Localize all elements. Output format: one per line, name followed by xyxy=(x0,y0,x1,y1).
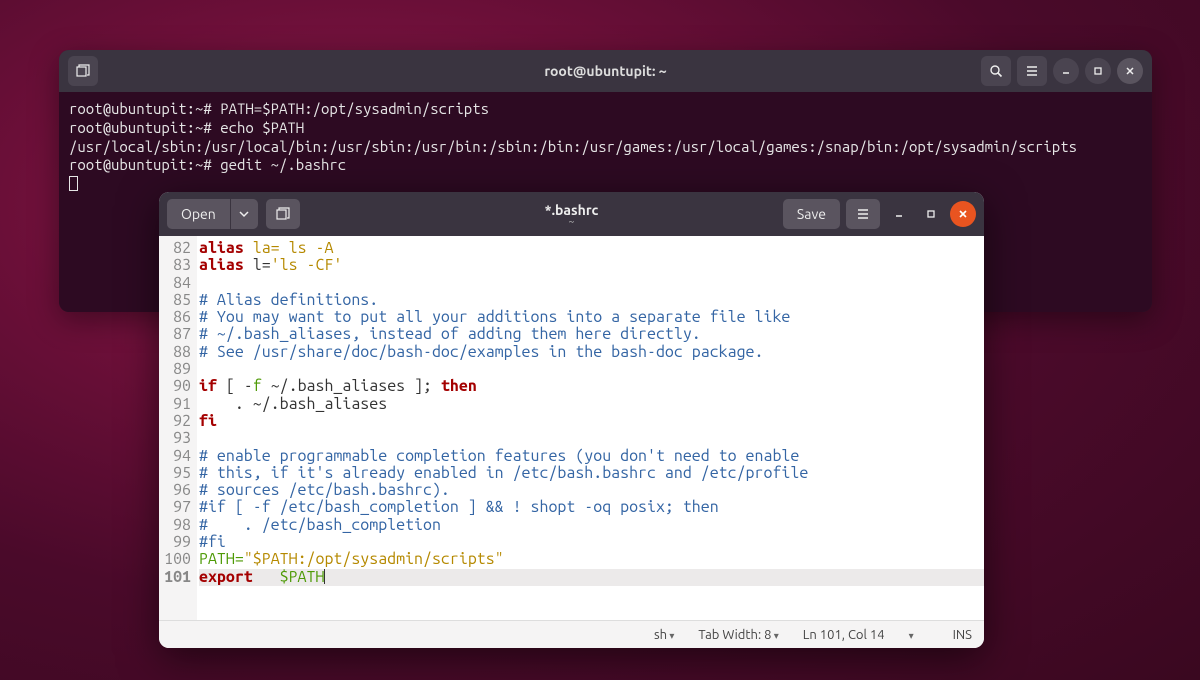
search-icon xyxy=(989,64,1003,78)
language-selector[interactable]: sh xyxy=(654,628,674,642)
chevron-down-icon xyxy=(239,209,249,219)
line-number-gutter: 8283848586878889909192939495969798991001… xyxy=(159,236,197,620)
maximize-icon xyxy=(926,209,936,219)
terminal-cursor xyxy=(69,176,78,191)
gedit-minimize-button[interactable] xyxy=(886,201,912,227)
insert-mode[interactable]: INS xyxy=(953,628,972,642)
cursor-position: Ln 101, Col 14 xyxy=(803,628,885,642)
tab-width-selector[interactable]: Tab Width: 8 xyxy=(698,628,778,642)
minimize-icon xyxy=(1061,66,1071,76)
gedit-title: *.bashrc ~ xyxy=(545,202,599,227)
close-icon xyxy=(958,209,968,219)
terminal-title: root@ubuntupit: ~ xyxy=(544,63,666,79)
terminal-close-button[interactable] xyxy=(1117,58,1143,84)
position-menu[interactable] xyxy=(909,628,929,642)
code-content[interactable]: alias la= ls -Aalias l='ls -CF'# Alias d… xyxy=(197,236,984,620)
maximize-icon xyxy=(1093,66,1103,76)
hamburger-icon xyxy=(856,207,870,221)
gedit-titlebar: Open *.bashrc ~ Save xyxy=(159,192,984,236)
minimize-icon xyxy=(894,209,904,219)
gedit-menu-button[interactable] xyxy=(846,199,880,229)
new-tab-icon xyxy=(276,207,290,221)
status-bar: sh Tab Width: 8 Ln 101, Col 14 INS xyxy=(159,620,984,648)
editor-area[interactable]: 8283848586878889909192939495969798991001… xyxy=(159,236,984,620)
new-document-button[interactable] xyxy=(266,199,300,229)
new-tab-icon xyxy=(76,64,90,78)
terminal-new-tab-button[interactable] xyxy=(68,56,98,86)
close-icon xyxy=(1125,66,1135,76)
terminal-maximize-button[interactable] xyxy=(1085,58,1111,84)
terminal-menu-button[interactable] xyxy=(1017,56,1047,86)
terminal-search-button[interactable] xyxy=(981,56,1011,86)
open-button[interactable]: Open xyxy=(167,199,230,229)
gedit-window: Open *.bashrc ~ Save xyxy=(159,192,984,648)
open-recent-dropdown[interactable] xyxy=(230,199,258,229)
gedit-close-button[interactable] xyxy=(950,201,976,227)
gedit-maximize-button[interactable] xyxy=(918,201,944,227)
terminal-titlebar: root@ubuntupit: ~ xyxy=(59,50,1152,92)
terminal-minimize-button[interactable] xyxy=(1053,58,1079,84)
save-button[interactable]: Save xyxy=(783,199,840,229)
hamburger-icon xyxy=(1025,64,1039,78)
